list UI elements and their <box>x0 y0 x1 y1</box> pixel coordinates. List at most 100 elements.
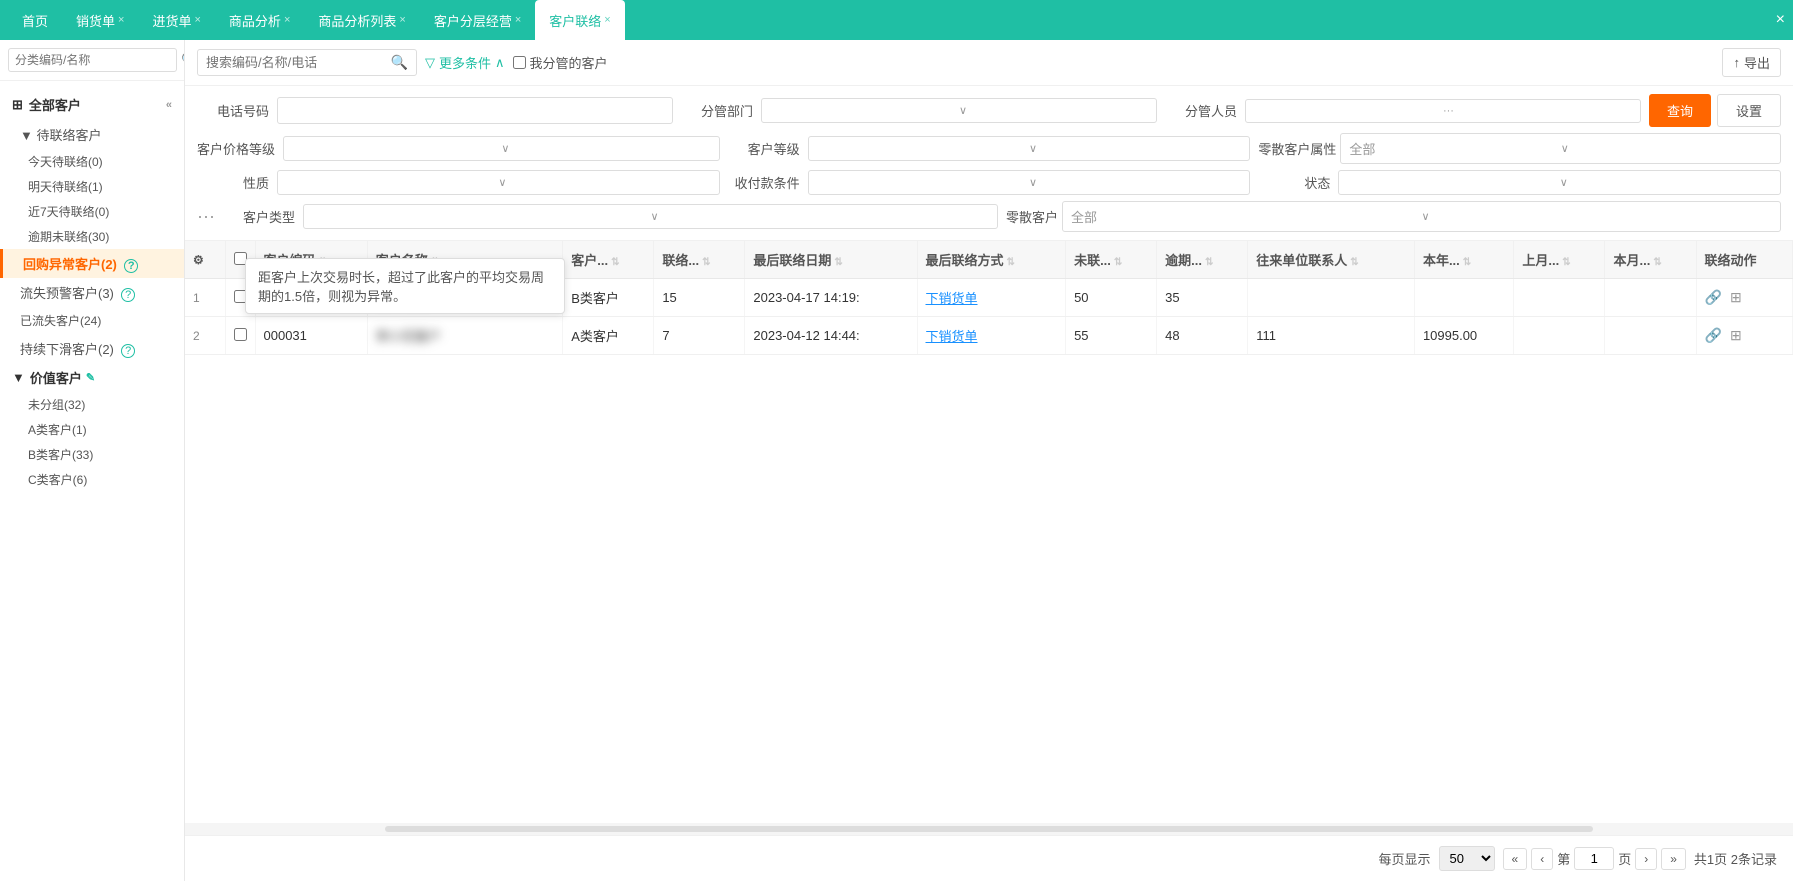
filter-gender: 性质 ∨ <box>197 170 720 195</box>
lost-pre-info-icon[interactable]: ? <box>121 288 135 302</box>
filter-row-1: 电话号码 分管部门 ∨ 分管人员 ··· <box>197 94 1781 127</box>
sidebar-a-class[interactable]: A类客户(1) <box>0 417 184 442</box>
row-method-2[interactable]: 下销货单 <box>917 317 1066 355</box>
per-page-label: 每页显示 <box>1379 849 1431 868</box>
nav-purchase-order[interactable]: 进货单 × <box>138 0 214 40</box>
col-settings[interactable]: ⚙ <box>185 241 225 279</box>
next-page-button[interactable]: › <box>1635 848 1657 870</box>
my-customer-checkbox[interactable] <box>513 56 526 69</box>
row-name-2[interactable]: 李小花客户 <box>367 317 562 355</box>
sort-unit-icon[interactable]: ⇅ <box>1350 257 1358 268</box>
sort-unlinkable-icon[interactable]: ⇅ <box>1114 257 1122 268</box>
row-checkbox-2[interactable] <box>225 317 255 355</box>
row-overdue-1: 35 <box>1157 279 1248 317</box>
sort-this-month-icon[interactable]: ⇅ <box>1653 257 1661 268</box>
customer-type-select[interactable]: ∨ <box>303 204 998 229</box>
nav-product-analysis[interactable]: 商品分析 × <box>215 0 304 40</box>
sidebar-value-customer-header[interactable]: ▼ 价值客户 ✎ <box>0 363 184 392</box>
nav-sales-order[interactable]: 销货单 × <box>62 0 138 40</box>
sidebar-today-pending[interactable]: 今天待联络(0) <box>0 149 184 174</box>
sort-last-month-icon[interactable]: ⇅ <box>1562 257 1570 268</box>
row-this-month-2 <box>1605 317 1696 355</box>
sort-method-icon[interactable]: ⇅ <box>1007 257 1015 268</box>
action-link-icon-2[interactable]: 🔗 <box>1705 327 1722 344</box>
nav-purchase-order-close[interactable]: × <box>194 14 200 26</box>
sidebar-repurchase-abnormal[interactable]: 回购异常客户(2) ? <box>0 249 184 278</box>
sort-contact-icon[interactable]: ⇅ <box>702 257 710 268</box>
toolbar-search-input[interactable] <box>206 55 391 70</box>
zero-customer-select[interactable]: 全部 ∨ <box>1062 201 1781 232</box>
horizontal-scrollbar[interactable] <box>185 823 1793 835</box>
export-button[interactable]: ↑ 导出 <box>1722 48 1781 77</box>
sidebar-all-customers[interactable]: ⊞ 全部客户 « <box>0 89 184 120</box>
filter-more-icon[interactable]: ··· <box>197 206 215 227</box>
row-unit-contact-1 <box>1248 279 1415 317</box>
query-button[interactable]: 查询 <box>1649 94 1711 127</box>
sidebar-ungroup[interactable]: 未分组(32) <box>0 392 184 417</box>
zero-attr-label: 零散客户属性 <box>1258 139 1340 158</box>
nav-customer-contact-close[interactable]: × <box>604 14 610 26</box>
first-page-button[interactable]: « <box>1503 848 1528 870</box>
sidebar-c-class[interactable]: C类客户(6) <box>0 467 184 492</box>
sidebar-lost-pre-warning[interactable]: 流失预警客户(3) ? <box>0 278 184 307</box>
sidebar-b-class[interactable]: B类客户(33) <box>0 442 184 467</box>
price-level-select[interactable]: ∨ <box>283 136 720 161</box>
col-this-month-header: 本月...⇅ <box>1605 241 1696 279</box>
sidebar-continuous-down[interactable]: 持续下滑客户(2) ? <box>0 334 184 363</box>
repurchase-info-icon[interactable]: ? <box>124 259 138 273</box>
zero-attr-select[interactable]: 全部 ∨ <box>1340 133 1781 164</box>
toolbar-search-icon[interactable]: 🔍 <box>391 54 408 71</box>
window-close-button[interactable]: × <box>1776 11 1785 29</box>
row-2-checkbox[interactable] <box>234 328 247 341</box>
action-grid-icon-2[interactable]: ⊞ <box>1730 327 1742 344</box>
nav-home[interactable]: 首页 <box>8 0 62 40</box>
row-code-2: 000031 <box>255 317 367 355</box>
phone-input[interactable] <box>277 97 673 124</box>
filter-area: 电话号码 分管部门 ∨ 分管人员 ··· <box>185 86 1793 241</box>
sort-level-icon[interactable]: ⇅ <box>611 257 619 268</box>
gender-select[interactable]: ∨ <box>277 170 720 195</box>
nav-product-analysis-close[interactable]: × <box>284 14 290 26</box>
nav-customer-segment-close[interactable]: × <box>515 14 521 26</box>
person-select[interactable]: ··· <box>1245 99 1641 123</box>
gender-arrow-icon: ∨ <box>498 176 710 189</box>
sidebar-search-input[interactable] <box>8 48 177 72</box>
continuous-down-info-icon[interactable]: ? <box>121 344 135 358</box>
value-customer-edit-icon[interactable]: ✎ <box>86 371 95 384</box>
page-number-input[interactable] <box>1574 847 1614 870</box>
row-this-year-1 <box>1414 279 1513 317</box>
per-page-select[interactable]: 50 100 200 <box>1439 846 1495 871</box>
nav-sales-order-close[interactable]: × <box>118 14 124 26</box>
sidebar-tomorrow-pending[interactable]: 明天待联络(1) <box>0 174 184 199</box>
sort-date-icon[interactable]: ⇅ <box>834 257 842 268</box>
action-link-icon-1[interactable]: 🔗 <box>1705 289 1722 306</box>
last-page-button[interactable]: » <box>1661 848 1686 870</box>
filter-row-2: 客户价格等级 ∨ 客户等级 ∨ 零散客户属性 全部 <box>197 133 1781 164</box>
status-select[interactable]: ∨ <box>1338 170 1781 195</box>
sort-overdue-icon[interactable]: ⇅ <box>1205 257 1213 268</box>
export-icon: ↑ <box>1733 55 1740 70</box>
more-conditions-button[interactable]: ▽ 更多条件 ∧ <box>425 53 505 72</box>
customer-level-select[interactable]: ∨ <box>808 136 1251 161</box>
row-method-1[interactable]: 下销货单 <box>917 279 1066 317</box>
settings-button[interactable]: 设置 <box>1717 94 1781 127</box>
dept-select[interactable]: ∨ <box>761 98 1157 123</box>
action-grid-icon-1[interactable]: ⊞ <box>1730 289 1742 306</box>
data-table-area: ⚙ 客户编码⇅ 客户名称⇅ 客户...⇅ 联络...⇅ 最后联络日期⇅ 最后联络… <box>185 241 1793 823</box>
nav-customer-contact[interactable]: 客户联络 × <box>535 0 624 40</box>
nav-customer-segment[interactable]: 客户分层经营 × <box>420 0 535 40</box>
payment-select[interactable]: ∨ <box>808 170 1251 195</box>
row-num-1: 1 <box>185 279 225 317</box>
sort-year-icon[interactable]: ⇅ <box>1463 257 1471 268</box>
nav-product-analysis-list-close[interactable]: × <box>399 14 405 26</box>
sidebar-lost-actual[interactable]: 已流失客户(24) <box>0 307 184 334</box>
sidebar-pending-header[interactable]: ▼ 待联络客户 <box>0 120 184 149</box>
prev-page-button[interactable]: ‹ <box>1531 848 1553 870</box>
sidebar-overdue-pending[interactable]: 逾期未联络(30) <box>0 224 184 249</box>
row-date-2: 2023-04-12 14:44: <box>745 317 917 355</box>
hscroll-thumb[interactable] <box>385 826 1593 832</box>
nav-product-analysis-list[interactable]: 商品分析列表 × <box>304 0 419 40</box>
zero-attr-arrow-icon: ∨ <box>1561 142 1772 155</box>
toolbar: 🔍 ▽ 更多条件 ∧ 我分管的客户 ↑ 导出 <box>185 40 1793 86</box>
sidebar-7days-pending[interactable]: 近7天待联络(0) <box>0 199 184 224</box>
